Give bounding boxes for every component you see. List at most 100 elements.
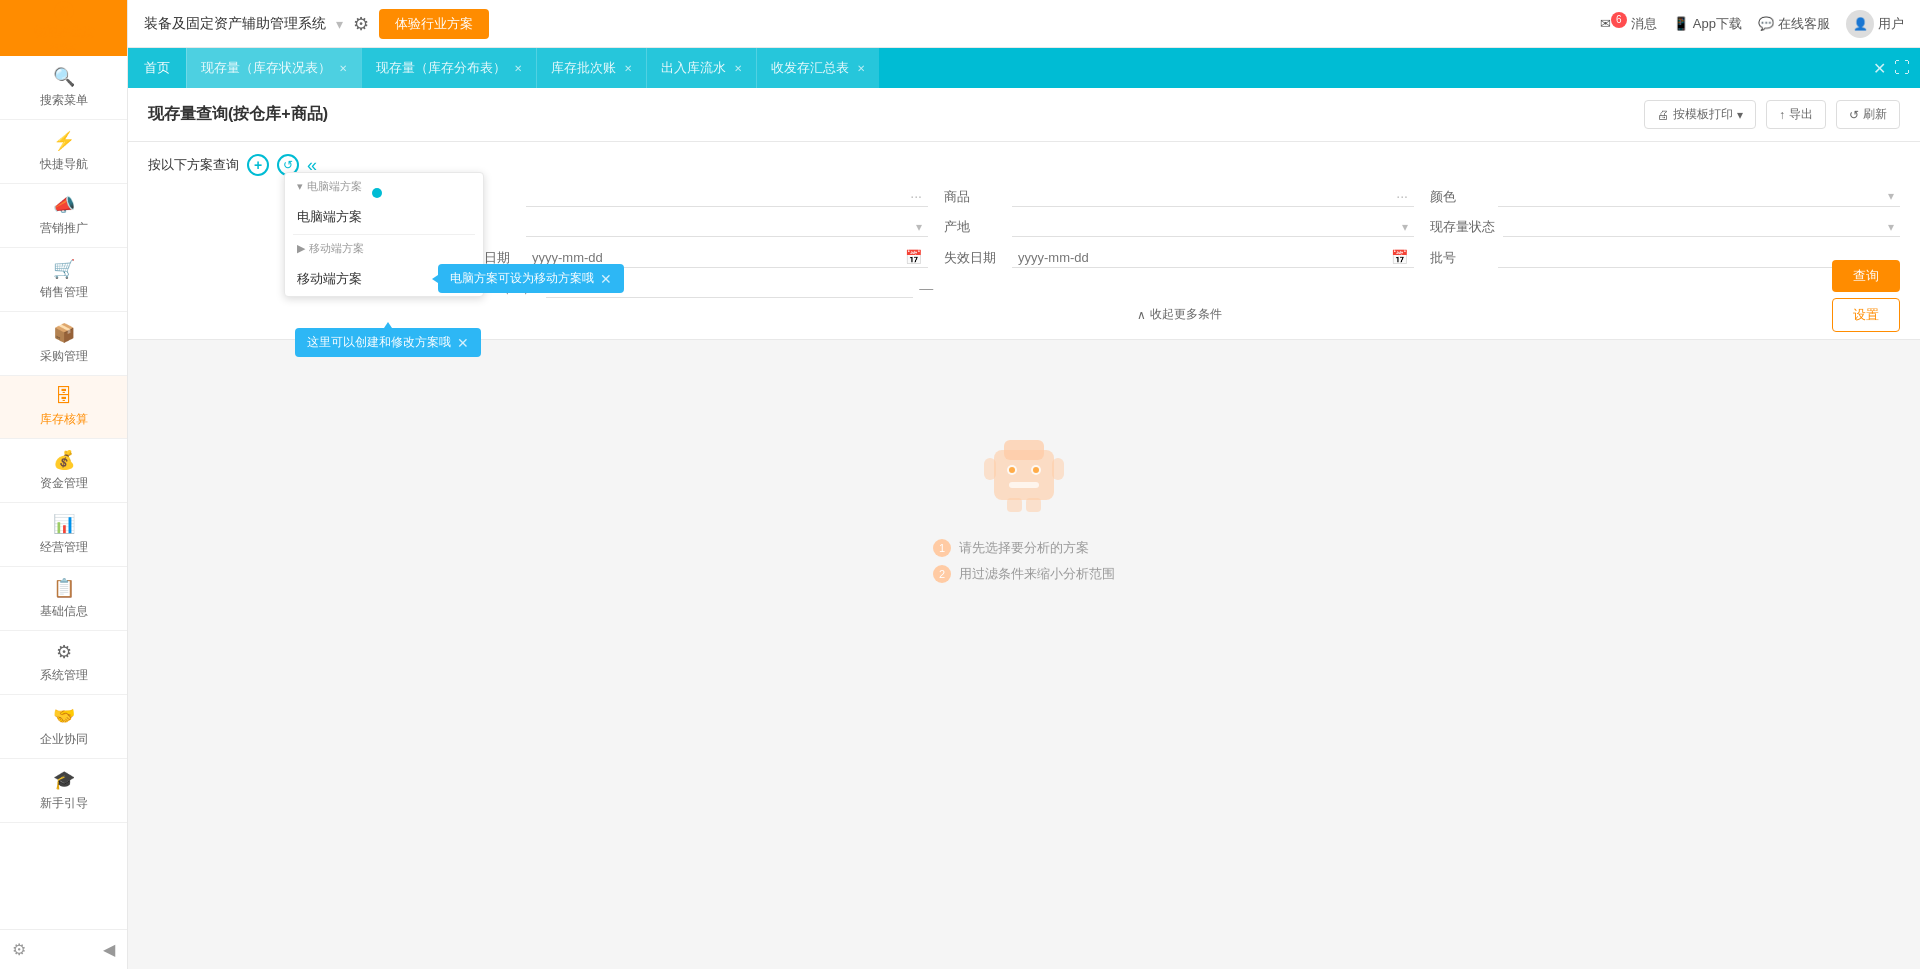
mobile-icon: 📱 <box>1673 16 1689 31</box>
sidebar-item-system[interactable]: ⚙ 系统管理 <box>0 631 127 695</box>
app-download-label: App下载 <box>1693 15 1742 33</box>
sidebar-item-quick-nav[interactable]: ⚡ 快捷导航 <box>0 120 127 184</box>
tab-inout-close[interactable]: ✕ <box>734 63 742 74</box>
sidebar-item-basic-info[interactable]: 📋 基础信息 <box>0 567 127 631</box>
exp-date-wrapper: 📅 <box>1012 247 1414 268</box>
scheme-item-pc[interactable]: 电脑端方案 <box>285 200 483 234</box>
tab-summary[interactable]: 收发存汇总表 ✕ <box>756 48 879 88</box>
stock-status-select[interactable] <box>1509 219 1884 234</box>
exp-date-start[interactable] <box>1018 250 1387 265</box>
sidebar-item-sales[interactable]: 🛒 销售管理 <box>0 248 127 312</box>
tab-stock-status[interactable]: 现存量（库存状况表） ✕ <box>186 48 361 88</box>
stock-status-dropdown-icon[interactable]: ▾ <box>1888 220 1894 234</box>
tab-batch-close[interactable]: ✕ <box>624 63 632 74</box>
warehouse-input-wrapper: ··· <box>526 186 928 207</box>
tab-batch[interactable]: 库存批次账 ✕ <box>536 48 646 88</box>
tab-stock-status-label: 现存量（库存状况表） <box>201 59 331 77</box>
warehouse-more-icon[interactable]: ··· <box>910 188 922 204</box>
print-button[interactable]: 🖨 按模板打印 ▾ <box>1644 100 1756 129</box>
topbar-settings-icon[interactable]: ⚙ <box>353 13 369 35</box>
collapse-sidebar-icon[interactable]: ◀ <box>103 940 115 959</box>
prod-date-calendar-icon[interactable]: 📅 <box>905 249 922 265</box>
settings-icon[interactable]: ⚙ <box>12 940 26 959</box>
tab-stock-dist[interactable]: 现存量（库存分布表） ✕ <box>361 48 536 88</box>
sidebar-item-marketing[interactable]: 📣 营销推广 <box>0 184 127 248</box>
newbie-icon: 🎓 <box>53 769 75 791</box>
message-item[interactable]: ✉ 6 消息 <box>1600 15 1657 33</box>
tab-home[interactable]: 首页 <box>128 48 186 88</box>
sidebar-item-operations[interactable]: 📊 经营管理 <box>0 503 127 567</box>
collapse-up-icon: ∧ <box>1137 308 1146 322</box>
filter-label: 按以下方案查询 <box>148 156 239 174</box>
stock-qty-dash: — <box>919 280 933 296</box>
size-select-wrapper: ▾ <box>526 217 928 237</box>
stock-icon: 🗄 <box>55 386 73 407</box>
filter-add-button[interactable]: + <box>247 154 269 176</box>
tab-summary-close[interactable]: ✕ <box>857 63 865 74</box>
filter-field-exp-date: 失效日期 📅 <box>944 247 1414 268</box>
collapse-filter-button[interactable]: ∧ 收起更多条件 <box>458 298 1900 327</box>
sidebar-item-search-menu[interactable]: 🔍 搜索菜单 <box>0 56 127 120</box>
product-label: 商品 <box>944 188 1004 206</box>
system-dropdown-icon[interactable]: ▾ <box>336 16 343 32</box>
product-more-icon[interactable]: ··· <box>1396 188 1408 204</box>
finance-icon: 💰 <box>53 449 75 471</box>
sidebar-item-label: 企业协同 <box>40 731 88 748</box>
batch-no-label: 批号 <box>1430 249 1490 267</box>
scheme-tooltip-2-close[interactable]: ✕ <box>457 335 469 351</box>
color-dropdown-icon[interactable]: ▾ <box>1888 189 1894 203</box>
query-button[interactable]: 查询 <box>1832 260 1900 292</box>
sidebar-item-label: 库存核算 <box>40 411 88 428</box>
color-select[interactable] <box>1504 189 1884 204</box>
robot-svg <box>974 420 1074 520</box>
sidebar-item-finance[interactable]: 💰 资金管理 <box>0 439 127 503</box>
sidebar: 畅 畅通好生意 标准版 🔍 搜索菜单 ⚡ 快捷导航 📣 营销推广 🛒 销售管理 … <box>0 0 128 969</box>
refresh-button[interactable]: ↺ 刷新 <box>1836 100 1900 129</box>
product-input[interactable] <box>1018 189 1392 204</box>
page-actions: 🖨 按模板打印 ▾ ↑ 导出 ↺ 刷新 <box>1644 100 1900 129</box>
sidebar-item-purchase[interactable]: 📦 采购管理 <box>0 312 127 376</box>
sidebar-item-label: 新手引导 <box>40 795 88 812</box>
scheme-tooltip-2-text: 这里可以创建和修改方案哦 <box>307 334 451 351</box>
empty-state: 1 请先选择要分析的方案 2 用过滤条件来缩小分析范围 <box>128 340 1920 663</box>
origin-dropdown-icon[interactable]: ▾ <box>1402 220 1408 234</box>
message-icon: ✉ <box>1600 16 1611 31</box>
maximize-icon[interactable]: ⛶ <box>1894 59 1910 77</box>
tab-stock-dist-close[interactable]: ✕ <box>514 63 522 74</box>
sidebar-item-label: 经营管理 <box>40 539 88 556</box>
message-badge: 6 <box>1611 12 1627 28</box>
tabbar-actions: ✕ ⛶ <box>1873 59 1920 78</box>
sidebar-item-enterprise[interactable]: 🤝 企业协同 <box>0 695 127 759</box>
exp-date-calendar-icon[interactable]: 📅 <box>1391 249 1408 265</box>
filter-field-color: 颜色 ▾ <box>1430 187 1900 207</box>
scheme-tooltip-1-close[interactable]: ✕ <box>600 271 612 287</box>
prod-date-start[interactable] <box>532 250 901 265</box>
sidebar-item-label: 快捷导航 <box>40 156 88 173</box>
user-item[interactable]: 👤 用户 <box>1846 10 1904 38</box>
print-label: 按模板打印 <box>1673 106 1733 123</box>
export-button[interactable]: ↑ 导出 <box>1766 100 1826 129</box>
origin-select[interactable] <box>1018 219 1398 234</box>
size-dropdown-icon[interactable]: ▾ <box>916 220 922 234</box>
print-icon: 🖨 <box>1657 108 1669 122</box>
warehouse-input[interactable] <box>532 189 906 204</box>
sidebar-item-label: 搜索菜单 <box>40 92 88 109</box>
app-download-item[interactable]: 📱 App下载 <box>1673 15 1742 33</box>
sidebar-item-label: 采购管理 <box>40 348 88 365</box>
industry-plan-button[interactable]: 体验行业方案 <box>379 9 489 39</box>
sidebar-item-label: 系统管理 <box>40 667 88 684</box>
size-select[interactable] <box>532 219 912 234</box>
chevron-right-icon: ▶ <box>297 242 305 255</box>
print-dropdown-icon: ▾ <box>1737 108 1743 122</box>
set-button[interactable]: 设置 <box>1832 298 1900 332</box>
refresh-label: 刷新 <box>1863 106 1887 123</box>
exp-date-label: 失效日期 <box>944 249 1004 267</box>
online-service-item[interactable]: 💬 在线客服 <box>1758 15 1830 33</box>
close-all-icon[interactable]: ✕ <box>1873 59 1886 78</box>
sidebar-item-stock[interactable]: 🗄 库存核算 <box>0 376 127 439</box>
tab-stock-status-close[interactable]: ✕ <box>339 63 347 74</box>
stock-status-select-wrapper: ▾ <box>1503 217 1900 237</box>
sidebar-item-newbie[interactable]: 🎓 新手引导 <box>0 759 127 823</box>
svg-rect-3 <box>1004 440 1044 460</box>
tab-inout[interactable]: 出入库流水 ✕ <box>646 48 756 88</box>
